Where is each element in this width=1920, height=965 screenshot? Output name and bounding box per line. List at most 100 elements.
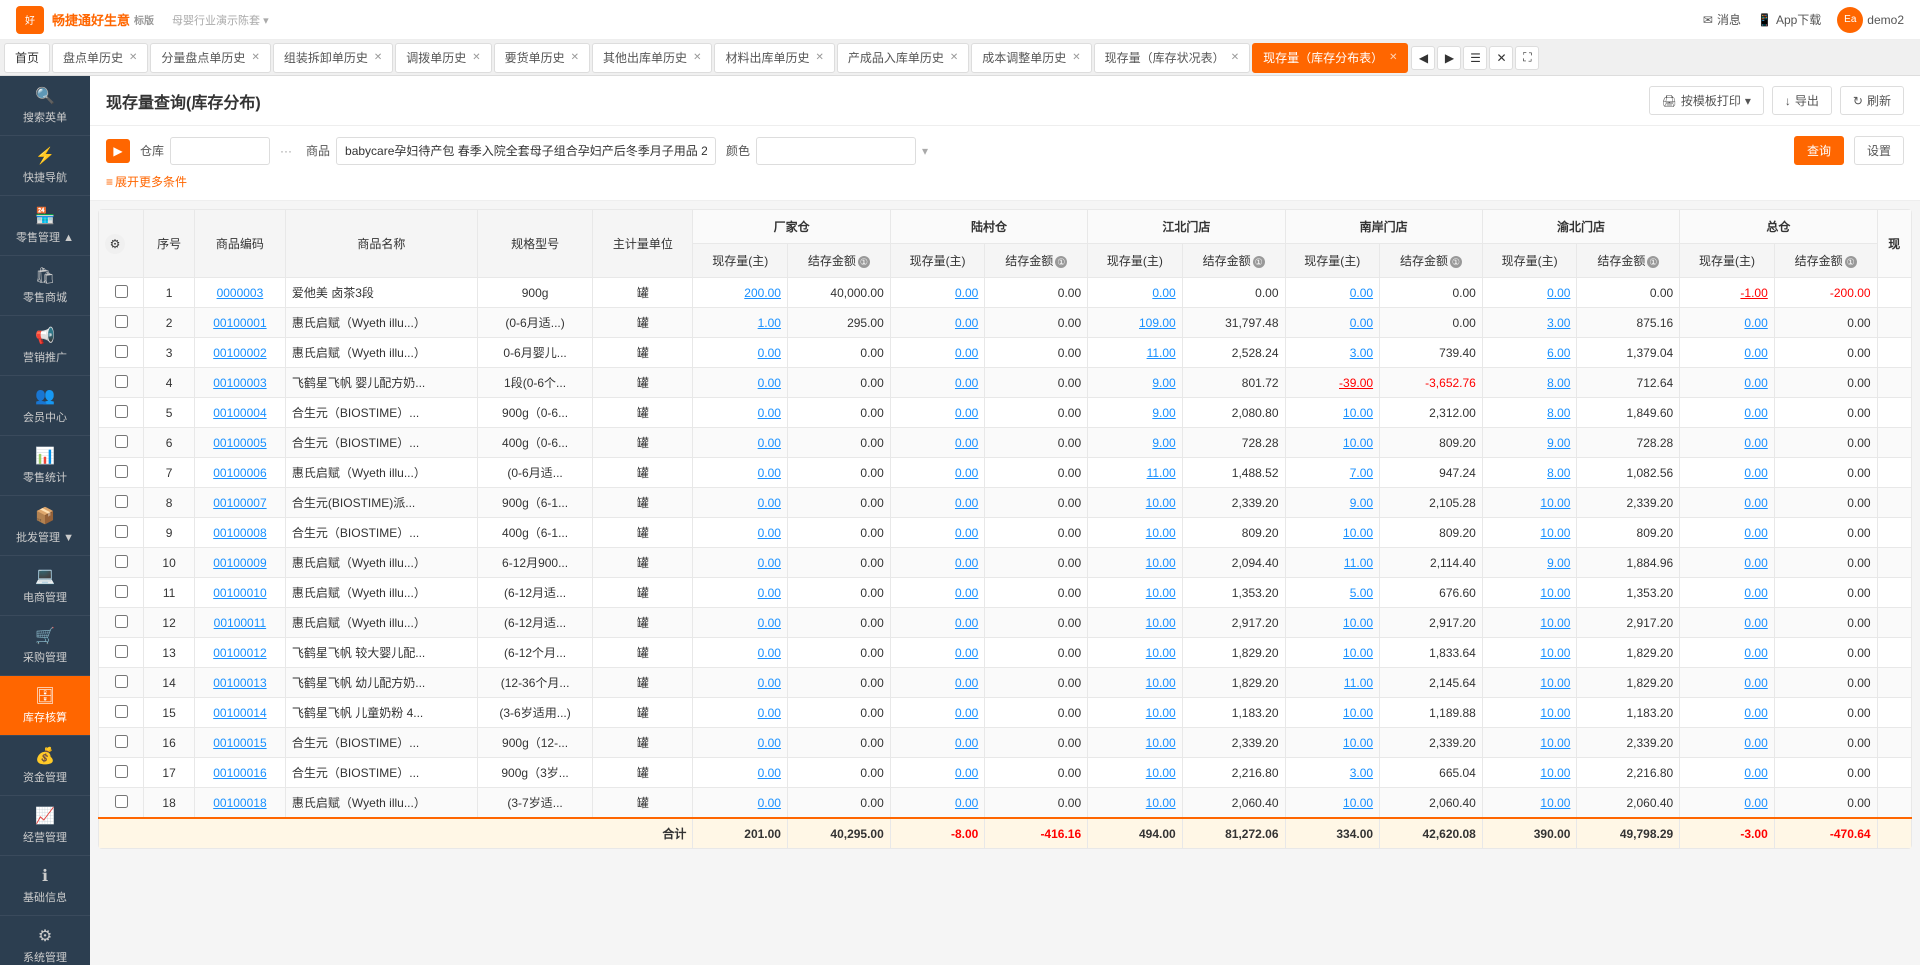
row-na-qty[interactable]: 3.00 <box>1285 338 1380 368</box>
tab-close-zztcdh[interactable]: ✕ <box>374 52 382 63</box>
tab-ccrkkdh[interactable]: 产成品入库单历史✕ <box>837 43 969 73</box>
sidebar-item-basic[interactable]: ℹ 基础信息 <box>0 856 90 916</box>
row-lc-qty[interactable]: 0.00 <box>890 368 985 398</box>
row-lc-qty[interactable]: 0.00 <box>890 458 985 488</box>
row-cf-qty[interactable]: 0.00 <box>693 398 788 428</box>
tab-close-pddh[interactable]: ✕ <box>129 52 137 63</box>
row-jb-qty[interactable]: 9.00 <box>1088 428 1183 458</box>
tab-pddh[interactable]: 盘点单历史✕ <box>52 43 148 73</box>
row-check[interactable] <box>99 728 144 758</box>
row-check[interactable] <box>99 458 144 488</box>
row-check[interactable] <box>99 518 144 548</box>
row-zc-qty[interactable]: 0.00 <box>1680 428 1775 458</box>
row-check[interactable] <box>99 548 144 578</box>
row-yb-qty[interactable]: 8.00 <box>1482 368 1577 398</box>
row-cf-qty[interactable]: 200.00 <box>693 278 788 308</box>
row-lc-qty[interactable]: 0.00 <box>890 698 985 728</box>
sidebar-item-retail-stats[interactable]: 📊 零售统计 <box>0 436 90 496</box>
row-check[interactable] <box>99 668 144 698</box>
row-yb-qty[interactable]: 10.00 <box>1482 728 1577 758</box>
row-check[interactable] <box>99 608 144 638</box>
row-lc-qty[interactable]: 0.00 <box>890 428 985 458</box>
row-jb-qty[interactable]: 9.00 <box>1088 398 1183 428</box>
row-zc-qty[interactable]: 0.00 <box>1680 638 1775 668</box>
row-check[interactable] <box>99 368 144 398</box>
row-na-qty[interactable]: 10.00 <box>1285 728 1380 758</box>
tab-tydh[interactable]: 调拨单历史✕ <box>395 43 491 73</box>
row-zc-qty[interactable]: 0.00 <box>1680 338 1775 368</box>
setting-btn[interactable]: 设置 <box>1854 136 1904 165</box>
sidebar-item-retail-shop[interactable]: 🛍 零售商城 <box>0 256 90 316</box>
row-code[interactable]: 00100002 <box>194 338 285 368</box>
row-na-qty[interactable]: 11.00 <box>1285 548 1380 578</box>
row-zc-qty[interactable]: 0.00 <box>1680 368 1775 398</box>
sidebar-item-ecommerce[interactable]: 💻 电商管理 <box>0 556 90 616</box>
row-na-qty[interactable]: -39.00 <box>1285 368 1380 398</box>
tab-kcqk[interactable]: 现存量（库存状况表）✕ <box>1094 43 1250 73</box>
row-na-qty[interactable]: 10.00 <box>1285 638 1380 668</box>
row-jb-qty[interactable]: 10.00 <box>1088 668 1183 698</box>
row-cf-qty[interactable]: 0.00 <box>693 788 788 819</box>
expand-conditions-btn[interactable]: ≡ 展开更多条件 <box>106 173 1904 190</box>
row-check[interactable] <box>99 788 144 819</box>
tab-clckdh[interactable]: 材料出库单历史✕ <box>714 43 834 73</box>
row-lc-qty[interactable]: 0.00 <box>890 728 985 758</box>
row-zc-qty[interactable]: 0.00 <box>1680 488 1775 518</box>
row-lc-qty[interactable]: 0.00 <box>890 278 985 308</box>
row-na-qty[interactable]: 0.00 <box>1285 278 1380 308</box>
row-lc-qty[interactable]: 0.00 <box>890 488 985 518</box>
row-jb-qty[interactable]: 10.00 <box>1088 578 1183 608</box>
row-zc-qty[interactable]: 0.00 <box>1680 698 1775 728</box>
row-check[interactable] <box>99 698 144 728</box>
row-cf-qty[interactable]: 0.00 <box>693 758 788 788</box>
tab-close-kcfb[interactable]: ✕ <box>1389 52 1397 63</box>
sidebar-item-finance[interactable]: 💰 资金管理 <box>0 736 90 796</box>
sidebar-item-member[interactable]: 👥 会员中心 <box>0 376 90 436</box>
query-btn[interactable]: 查询 <box>1794 136 1844 165</box>
row-na-qty[interactable]: 0.00 <box>1285 308 1380 338</box>
row-cf-qty[interactable]: 0.00 <box>693 698 788 728</box>
tab-close-all[interactable]: ✕ <box>1489 46 1513 70</box>
row-lc-qty[interactable]: 0.00 <box>890 308 985 338</box>
row-code[interactable]: 00100008 <box>194 518 285 548</box>
message-btn[interactable]: ✉ 消息 <box>1703 11 1741 28</box>
row-yb-qty[interactable]: 8.00 <box>1482 458 1577 488</box>
row-na-qty[interactable]: 11.00 <box>1285 668 1380 698</box>
row-code[interactable]: 00100007 <box>194 488 285 518</box>
row-code[interactable]: 00100015 <box>194 728 285 758</box>
row-yb-qty[interactable]: 10.00 <box>1482 518 1577 548</box>
row-code[interactable]: 0000003 <box>194 278 285 308</box>
sidebar-item-shortcut[interactable]: ⚡ 快捷导航 <box>0 136 90 196</box>
row-lc-qty[interactable]: 0.00 <box>890 578 985 608</box>
th-settings[interactable]: ⚙ <box>99 210 144 278</box>
user-area[interactable]: Ea demo2 <box>1837 7 1904 33</box>
row-lc-qty[interactable]: 0.00 <box>890 638 985 668</box>
row-yb-qty[interactable]: 8.00 <box>1482 398 1577 428</box>
row-yb-qty[interactable]: 10.00 <box>1482 608 1577 638</box>
row-jb-qty[interactable]: 10.00 <box>1088 728 1183 758</box>
row-jb-qty[interactable]: 0.00 <box>1088 278 1183 308</box>
sidebar-item-retail-mgmt[interactable]: 🏪 零售管理 ▲ <box>0 196 90 256</box>
row-jb-qty[interactable]: 11.00 <box>1088 458 1183 488</box>
row-yb-qty[interactable]: 3.00 <box>1482 308 1577 338</box>
row-yb-qty[interactable]: 10.00 <box>1482 578 1577 608</box>
row-cf-qty[interactable]: 0.00 <box>693 368 788 398</box>
row-cf-qty[interactable]: 1.00 <box>693 308 788 338</box>
row-na-qty[interactable]: 10.00 <box>1285 428 1380 458</box>
tab-close-qtcckdh[interactable]: ✕ <box>693 52 701 63</box>
row-lc-qty[interactable]: 0.00 <box>890 788 985 819</box>
row-check[interactable] <box>99 398 144 428</box>
sidebar-item-wholesale[interactable]: 📦 批发管理 ▼ <box>0 496 90 556</box>
row-code[interactable]: 00100009 <box>194 548 285 578</box>
export-btn[interactable]: ↓ 导出 <box>1772 86 1832 115</box>
row-cf-qty[interactable]: 0.00 <box>693 578 788 608</box>
row-code[interactable]: 00100011 <box>194 608 285 638</box>
row-yb-qty[interactable]: 0.00 <box>1482 278 1577 308</box>
row-na-qty[interactable]: 10.00 <box>1285 608 1380 638</box>
row-na-qty[interactable]: 3.00 <box>1285 758 1380 788</box>
tab-close-clckdh[interactable]: ✕ <box>815 52 823 63</box>
row-cf-qty[interactable]: 0.00 <box>693 608 788 638</box>
row-yb-qty[interactable]: 10.00 <box>1482 698 1577 728</box>
tab-fullscreen[interactable]: ⛶ <box>1515 46 1539 70</box>
tab-fbddh[interactable]: 分量盘点单历史✕ <box>150 43 270 73</box>
